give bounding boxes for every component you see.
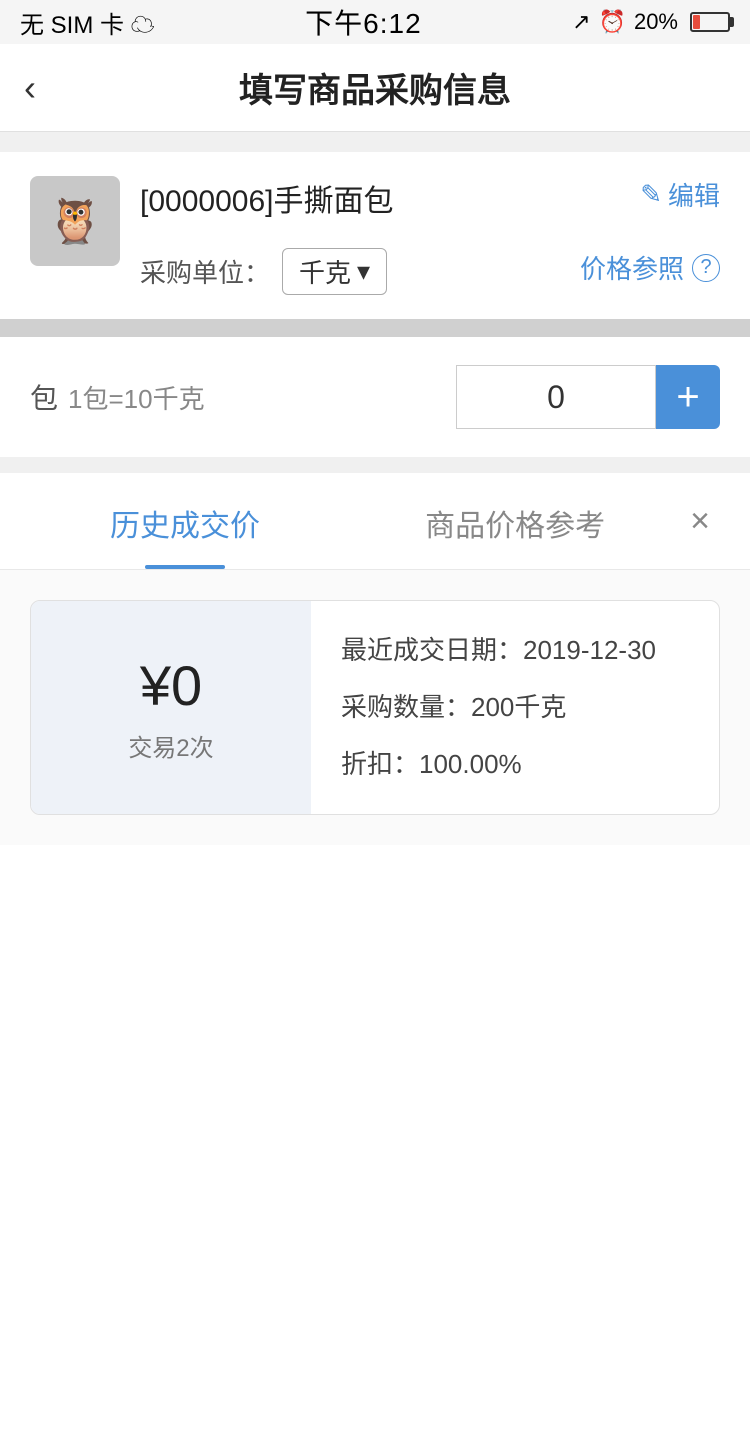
price-reference-button[interactable]: 价格参照 ? [580, 249, 720, 286]
section-divider [0, 319, 750, 337]
tab-product-price-reference[interactable]: 商品价格参考 [350, 473, 680, 569]
edit-label: 编辑 [668, 176, 720, 213]
recent-date-label: 最近成交日期： [341, 635, 523, 665]
quantity-row: 包 1包=10千克 0 + [0, 337, 750, 457]
recent-date-row: 最近成交日期：2019-12-30 [341, 631, 689, 670]
battery-percent: 20% [634, 9, 678, 35]
purchase-qty-row: 采购数量：200千克 [341, 688, 689, 727]
back-button[interactable]: ‹ [24, 67, 36, 109]
price-card-right: 最近成交日期：2019-12-30 采购数量：200千克 折扣：100.00% [311, 601, 719, 814]
product-thumbnail-icon: 🦉 [48, 195, 103, 247]
package-ratio: 1包=10千克 [68, 379, 205, 416]
price-amount: ¥0 [140, 653, 202, 718]
status-bar: 无 SIM 卡 ☁ 下午6:12 ↗ ⏰ 20% [0, 0, 750, 44]
unit-label-row: 包 1包=10千克 [30, 377, 205, 417]
edit-icon: ✎ [640, 179, 662, 210]
discount-value: 100.00% [419, 749, 522, 779]
tabs-section: 历史成交价 商品价格参考 × ¥0 交易2次 最近成交日期：2019-12-30… [0, 473, 750, 845]
price-ref-label: 价格参照 [580, 249, 684, 286]
discount-label: 折扣： [341, 749, 419, 779]
quantity-plus-button[interactable]: + [656, 365, 720, 429]
unit-label: 采购单位： [140, 253, 270, 290]
product-image: 🦉 [30, 176, 120, 266]
unit-select-dropdown[interactable]: 千克 ▾ [282, 248, 387, 295]
unit-value: 千克 [299, 253, 351, 290]
purchase-qty-label: 采购数量： [341, 692, 471, 722]
product-info: [0000006]手撕面包 采购单位： 千克 ▾ [140, 176, 393, 295]
product-name: [0000006]手撕面包 [140, 176, 393, 220]
battery-icon [690, 12, 730, 32]
price-card-left: ¥0 交易2次 [31, 601, 311, 814]
amount-value: 0 [171, 654, 202, 717]
bottom-fill [0, 845, 750, 1445]
recent-date-value: 2019-12-30 [523, 635, 656, 665]
nav-bar: ‹ 填写商品采购信息 [0, 44, 750, 132]
edit-button[interactable]: ✎ 编辑 [640, 176, 720, 213]
quantity-input[interactable]: 0 [456, 365, 656, 429]
price-card: ¥0 交易2次 最近成交日期：2019-12-30 采购数量：200千克 折扣：… [30, 600, 720, 815]
price-card-area: ¥0 交易2次 最近成交日期：2019-12-30 采购数量：200千克 折扣：… [0, 570, 750, 845]
tab-close-button[interactable]: × [680, 482, 730, 561]
page-title: 填写商品采购信息 [239, 63, 511, 112]
dropdown-arrow-icon: ▾ [357, 256, 370, 287]
quantity-value: 0 [547, 379, 565, 416]
tab-historical-price[interactable]: 历史成交价 [20, 473, 350, 569]
location-icon: ↗ [572, 9, 590, 35]
product-right-col: ✎ 编辑 价格参照 ? [580, 176, 720, 286]
transaction-count: 交易2次 [128, 728, 213, 763]
discount-row: 折扣：100.00% [341, 745, 689, 784]
quantity-controls: 0 + [456, 365, 720, 429]
alarm-icon: ⏰ [599, 9, 626, 35]
help-icon: ? [692, 254, 720, 282]
product-card: 🦉 [0000006]手撕面包 采购单位： 千克 ▾ ✎ 编辑 [0, 152, 750, 319]
sim-status: 无 SIM 卡 ☁ [20, 5, 155, 40]
package-unit: 包 [30, 377, 58, 417]
purchase-unit-row: 采购单位： 千克 ▾ [140, 248, 393, 295]
purchase-qty-value: 200千克 [471, 692, 566, 722]
tabs-header: 历史成交价 商品价格参考 × [0, 473, 750, 570]
status-right: ↗ ⏰ 20% [572, 9, 730, 35]
currency-symbol: ¥ [140, 654, 171, 717]
status-left: 无 SIM 卡 ☁ [20, 5, 155, 40]
status-time: 下午6:12 [305, 2, 422, 42]
